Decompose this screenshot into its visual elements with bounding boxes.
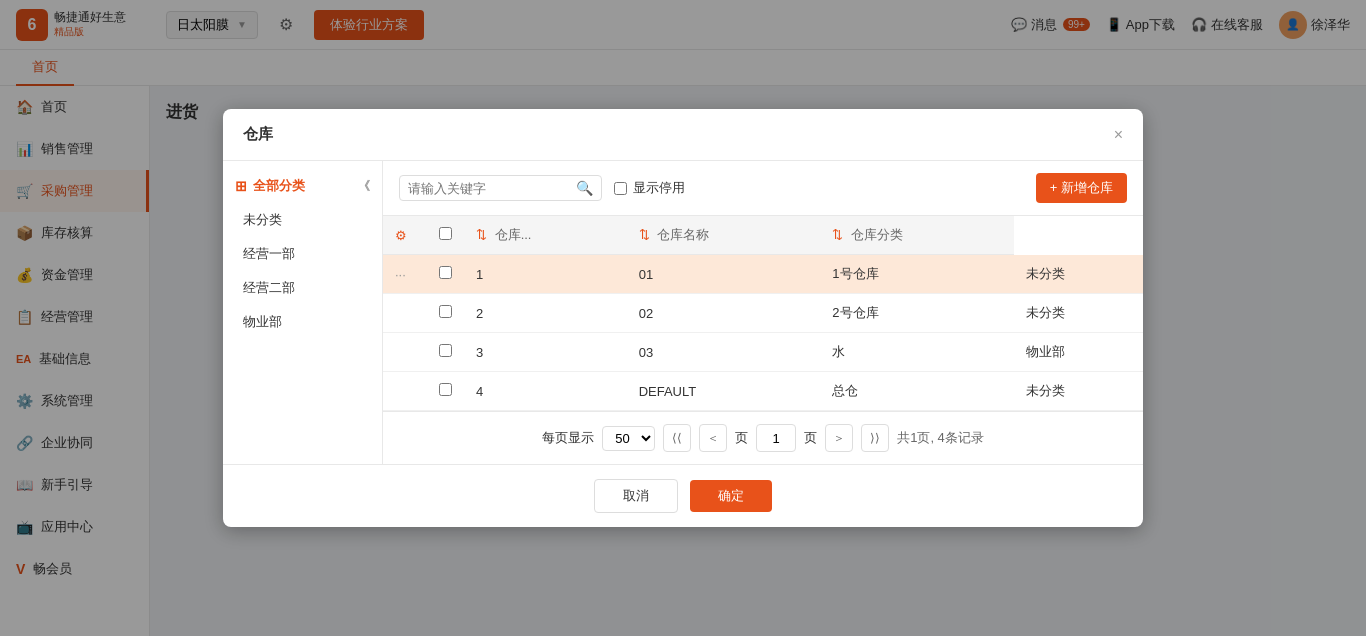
th-checkbox [427,216,464,255]
th-category: ⇅ 仓库分类 [820,216,1014,255]
table-header-row: ⚙ ⇅ 仓库... ⇅ 仓库名称 [383,216,1143,255]
row-actions: ··· [383,255,427,294]
row-code-3: 03 [627,333,821,372]
sort-icon-name: ⇅ [639,227,650,242]
category-panel: ⊞ 全部分类 《 未分类 经营一部 经营二部 物业部 [223,161,383,464]
search-box: 🔍 [399,175,602,201]
row-actions [383,294,427,333]
row-index-3: 3 [464,333,627,372]
row-checkbox-3[interactable] [439,344,452,357]
row-name-3: 水 [820,333,1014,372]
collapse-icon[interactable]: 《 [358,178,370,195]
sort-icon-category: ⇅ [832,227,843,242]
show-disabled-checkbox[interactable] [614,182,627,195]
warehouse-table: ⚙ ⇅ 仓库... ⇅ 仓库名称 [383,216,1143,411]
row-index-2: 2 [464,294,627,333]
grid-icon: ⊞ [235,178,247,194]
add-warehouse-button[interactable]: + 新增仓库 [1036,173,1127,203]
modal-body: ⊞ 全部分类 《 未分类 经营一部 经营二部 物业部 🔍 [223,161,1143,464]
cancel-button[interactable]: 取消 [594,479,678,513]
row-checkbox-2[interactable] [439,305,452,318]
modal-footer: 取消 确定 [223,464,1143,527]
row-checkbox-4[interactable] [439,383,452,396]
row-cat-3: 物业部 [1014,333,1143,372]
cat-item-2[interactable]: 经营二部 [223,271,382,305]
page-input[interactable] [756,424,796,452]
th-settings: ⚙ [383,216,427,255]
confirm-button[interactable]: 确定 [690,480,772,512]
select-all-checkbox[interactable] [439,227,452,240]
sort-icon-code: ⇅ [476,227,487,242]
show-disabled-label[interactable]: 显示停用 [614,179,685,197]
next-page-button[interactable]: ＞ [825,424,853,452]
per-page-label: 每页显示 [542,429,594,447]
content-panel: 🔍 显示停用 + 新增仓库 ⚙ [383,161,1143,464]
search-input[interactable] [408,181,576,196]
row-index-1: 1 [464,255,627,294]
modal-title: 仓库 [243,125,273,144]
th-code: ⇅ 仓库... [464,216,627,255]
row-index-4: 4 [464,372,627,411]
table-row[interactable]: 3 03 水 物业部 [383,333,1143,372]
row-code-4: DEFAULT [627,372,821,411]
ellipsis-button[interactable]: ··· [395,267,406,282]
modal-header: 仓库 × [223,109,1143,161]
modal-close-button[interactable]: × [1114,126,1123,144]
modal-overlay: 仓库 × ⊞ 全部分类 《 未分类 经营一部 经营二部 物业部 [0,0,1366,636]
page-label: 页 [735,429,748,447]
table-row[interactable]: ··· 1 01 1号仓库 未分类 [383,255,1143,294]
cat-item-0[interactable]: 未分类 [223,203,382,237]
prev-page-button[interactable]: ＜ [699,424,727,452]
row-cat-4: 未分类 [1014,372,1143,411]
row-actions [383,372,427,411]
row-cat-2: 未分类 [1014,294,1143,333]
row-code-2: 02 [627,294,821,333]
category-header[interactable]: ⊞ 全部分类 《 [223,169,382,203]
per-page-select[interactable]: 50 [602,426,655,451]
total-info: 共1页, 4条记录 [897,429,984,447]
modal-toolbar: 🔍 显示停用 + 新增仓库 [383,161,1143,216]
last-page-button[interactable]: ⟩⟩ [861,424,889,452]
pagination: 每页显示 50 ⟨⟨ ＜ 页 页 ＞ ⟩⟩ 共1页, 4条记录 [383,411,1143,464]
warehouse-modal: 仓库 × ⊞ 全部分类 《 未分类 经营一部 经营二部 物业部 [223,109,1143,527]
table-row[interactable]: 4 DEFAULT 总仓 未分类 [383,372,1143,411]
page-unit: 页 [804,429,817,447]
row-name-2: 2号仓库 [820,294,1014,333]
cat-item-1[interactable]: 经营一部 [223,237,382,271]
row-actions [383,333,427,372]
row-name-1: 1号仓库 [820,255,1014,294]
cat-item-3[interactable]: 物业部 [223,305,382,339]
table-row[interactable]: 2 02 2号仓库 未分类 [383,294,1143,333]
row-name-4: 总仓 [820,372,1014,411]
row-code-1: 01 [627,255,821,294]
row-checkbox-1[interactable] [439,266,452,279]
row-cat-1: 未分类 [1014,255,1143,294]
first-page-button[interactable]: ⟨⟨ [663,424,691,452]
th-name: ⇅ 仓库名称 [627,216,821,255]
search-icon: 🔍 [576,180,593,196]
